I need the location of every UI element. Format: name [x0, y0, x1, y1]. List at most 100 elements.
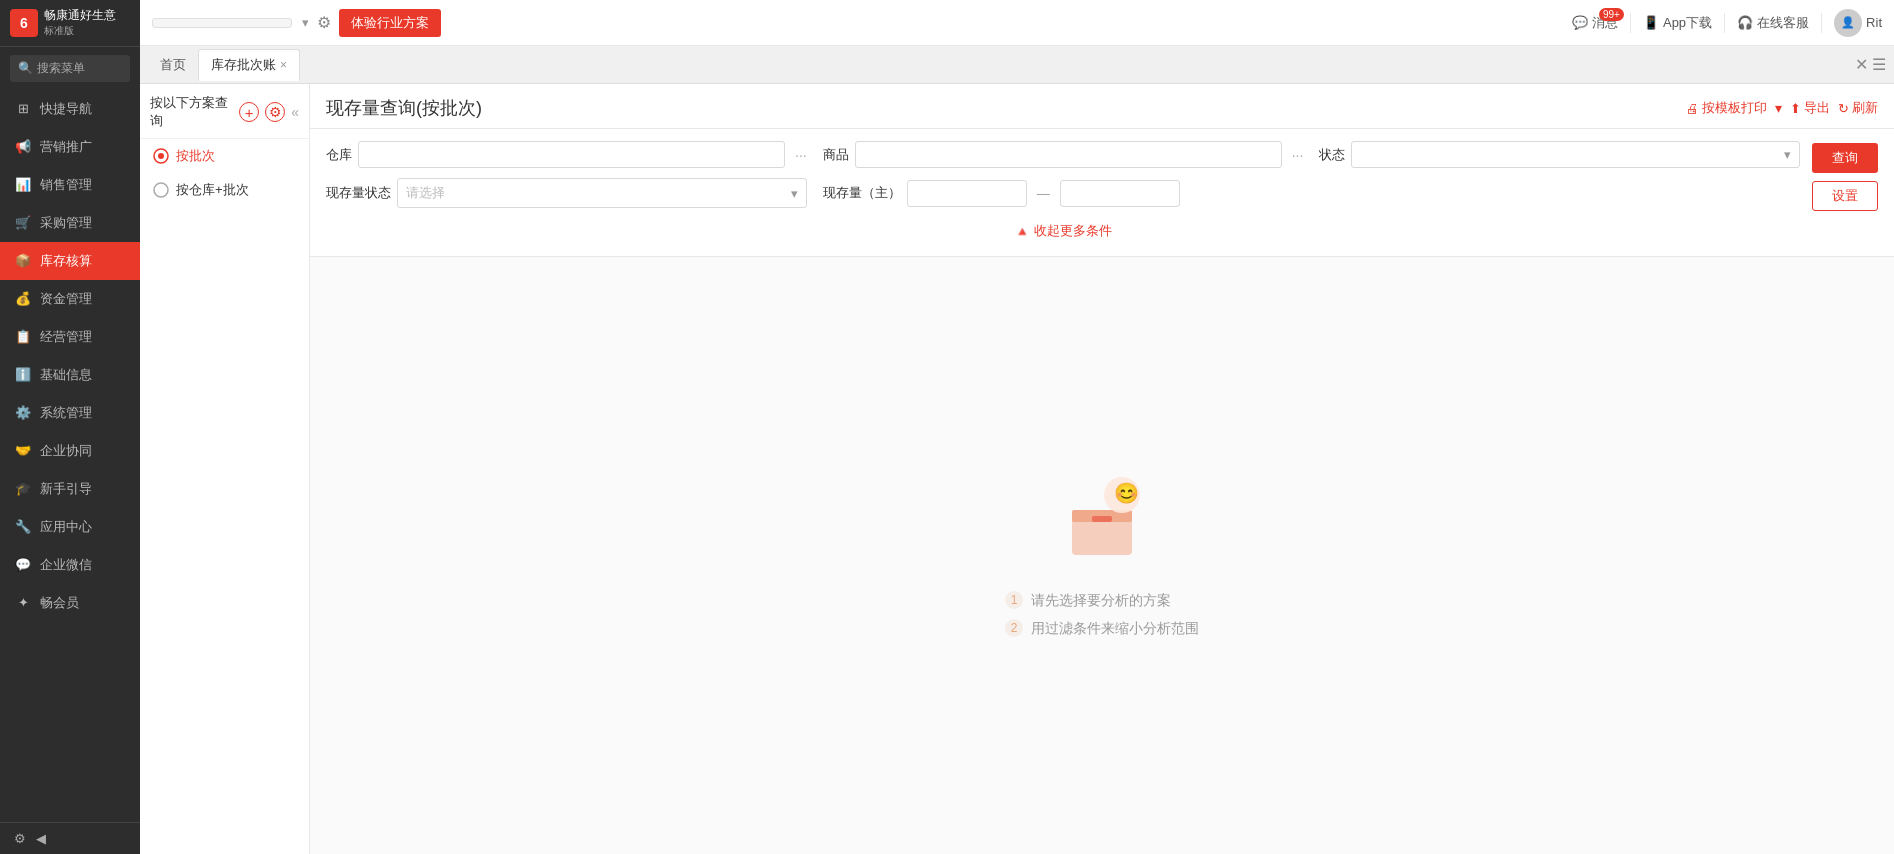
app-logo: 6 [10, 9, 38, 37]
tab-inventory-batch[interactable]: 库存批次账 × [198, 49, 300, 81]
megaphone-icon: 📢 [14, 138, 32, 156]
trial-button[interactable]: 体验行业方案 [339, 9, 441, 37]
sidebar-item-appstore[interactable]: 🔧 应用中心 [0, 508, 140, 546]
wechat-icon: 💬 [14, 556, 32, 574]
sidebar-item-enterprise[interactable]: 🤝 企业协同 [0, 432, 140, 470]
inv-status-dropdown-icon: ▾ [791, 186, 798, 201]
scheme-item-cangku[interactable]: 按仓库+批次 [140, 173, 309, 207]
print-button[interactable]: 🖨 按模板打印 [1686, 99, 1767, 117]
topbar-dropdown-icon[interactable]: ▾ [302, 15, 309, 30]
tab-panel-close[interactable]: ✕ ☰ [1855, 55, 1886, 74]
sidebar: 6 畅康通好生意 标准版 🔍 搜索菜单 ⊞ 快捷导航 📢 营销推广 [0, 0, 140, 854]
add-scheme-button[interactable]: + [239, 102, 259, 122]
scheme-collapse-button[interactable]: « [291, 104, 299, 120]
step-2: 2 用过滤条件来缩小分析范围 [1005, 614, 1199, 642]
warehouse-filter-group: 仓库 ··· [326, 141, 807, 168]
inventory-qty-min-input[interactable] [907, 180, 1027, 207]
topbar: ▾ ⚙ 体验行业方案 💬 消息 99+ 📱 App下载 🎧 在线客服 [140, 0, 1894, 46]
product-more-icon[interactable]: ··· [1292, 147, 1304, 163]
refresh-icon: ↻ [1838, 101, 1849, 116]
scheme-inactive-icon [152, 181, 170, 199]
panel-close-icon: ✕ [1855, 55, 1868, 74]
phone-icon: 📱 [1643, 15, 1659, 30]
product-label: 商品 [823, 146, 849, 164]
sidebar-item-inventory[interactable]: 📦 库存核算 [0, 242, 140, 280]
sidebar-item-sales[interactable]: 📊 销售管理 [0, 166, 140, 204]
warehouse-input[interactable] [358, 141, 785, 168]
collapse-sidebar-icon[interactable]: ◀ [36, 831, 46, 846]
messages-action[interactable]: 💬 消息 99+ [1572, 14, 1618, 32]
product-input[interactable] [855, 141, 1282, 168]
messages-badge: 99+ [1599, 8, 1624, 21]
scheme-header: 按以下方案查询 + ⚙ « [140, 84, 309, 139]
edition-label: 标准版 [44, 24, 116, 38]
company-name: 畅康通好生意 [44, 8, 116, 24]
search-menu-section: 🔍 搜索菜单 [0, 47, 140, 90]
user-profile-action[interactable]: 👤 Rit [1834, 9, 1882, 37]
main-area: ▾ ⚙ 体验行业方案 💬 消息 99+ 📱 App下载 🎧 在线客服 [140, 0, 1894, 854]
product-filter-group: 商品 ··· [823, 141, 1304, 168]
user-name: Rit [1866, 15, 1882, 30]
topbar-search-display [152, 18, 292, 28]
status-dropdown-icon: ▾ [1784, 147, 1791, 162]
sidebar-item-basic[interactable]: ℹ️ 基础信息 [0, 356, 140, 394]
member-icon: ✦ [14, 594, 32, 612]
sidebar-item-marketing[interactable]: 📢 营销推广 [0, 128, 140, 166]
scheme-title: 按以下方案查询 [150, 94, 239, 130]
filter-row-2: 现存量状态 请选择 ▾ 现存量（主） — [326, 178, 1800, 208]
tabbar: 首页 库存批次账 × ✕ ☰ [140, 46, 1894, 84]
collapse-more-conditions[interactable]: 🔺 收起更多条件 [326, 218, 1800, 244]
sidebar-item-newbie[interactable]: 🎓 新手引导 [0, 470, 140, 508]
export-button[interactable]: ⬆ 导出 [1790, 99, 1830, 117]
money-icon: 💰 [14, 290, 32, 308]
warehouse-more-icon[interactable]: ··· [795, 147, 807, 163]
settings-button[interactable]: 设置 [1812, 181, 1878, 211]
tab-close-icon[interactable]: × [280, 58, 287, 72]
results-area: 😊 1 请先选择要分析的方案 2 用过滤条件来缩小分析范围 [310, 257, 1894, 854]
page-actions: 🖨 按模板打印 ▾ ⬆ 导出 ↻ 刷新 [1686, 99, 1878, 117]
topbar-divider-1 [1630, 13, 1631, 33]
settings-footer-icon[interactable]: ⚙ [14, 831, 26, 846]
svg-point-1 [158, 153, 164, 159]
online-service-label: 在线客服 [1757, 14, 1809, 32]
svg-point-2 [154, 183, 168, 197]
inventory-qty-max-input[interactable] [1060, 180, 1180, 207]
search-menu-button[interactable]: 🔍 搜索菜单 [10, 55, 130, 82]
app-download-action[interactable]: 📱 App下载 [1643, 14, 1712, 32]
grid-icon: ⊞ [14, 100, 32, 118]
inventory-qty-dash: — [1033, 186, 1054, 201]
page-header: 现存量查询(按批次) 🖨 按模板打印 ▾ ⬆ 导出 ↻ [310, 84, 1894, 129]
query-button[interactable]: 查询 [1812, 143, 1878, 173]
refresh-button[interactable]: ↻ 刷新 [1838, 99, 1878, 117]
scheme-item-cangku-label: 按仓库+批次 [176, 181, 249, 199]
sidebar-item-operations[interactable]: 📋 经营管理 [0, 318, 140, 356]
sidebar-item-shortcuts[interactable]: ⊞ 快捷导航 [0, 90, 140, 128]
collab-icon: 🤝 [14, 442, 32, 460]
empty-state: 😊 1 请先选择要分析的方案 2 用过滤条件来缩小分析范围 [1005, 470, 1199, 642]
sidebar-item-system[interactable]: ⚙️ 系统管理 [0, 394, 140, 432]
inventory-status-select[interactable]: 请选择 ▾ [397, 178, 807, 208]
inventory-qty-group: 现存量（主） — [823, 180, 1304, 207]
home-tab-label: 首页 [160, 56, 186, 74]
collapse-icon: 🔺 [1014, 224, 1030, 239]
step-1: 1 请先选择要分析的方案 [1005, 586, 1199, 614]
scheme-actions: + ⚙ « [239, 102, 299, 122]
status-select[interactable]: ▾ [1351, 141, 1800, 168]
sidebar-item-finance[interactable]: 💰 资金管理 [0, 280, 140, 318]
topbar-settings-icon[interactable]: ⚙ [317, 13, 331, 32]
tab-home[interactable]: 首页 [148, 50, 198, 80]
print-dropdown-icon[interactable]: ▾ [1775, 100, 1782, 116]
avatar: 👤 [1834, 9, 1862, 37]
empty-steps: 1 请先选择要分析的方案 2 用过滤条件来缩小分析范围 [1005, 586, 1199, 642]
sidebar-item-wechat[interactable]: 💬 企业微信 [0, 546, 140, 584]
scheme-settings-button[interactable]: ⚙ [265, 102, 285, 122]
sidebar-item-member[interactable]: ✦ 畅会员 [0, 584, 140, 622]
online-service-action[interactable]: 🎧 在线客服 [1737, 14, 1809, 32]
inventory-qty-label: 现存量（主） [823, 184, 901, 202]
shopping-icon: 🛒 [14, 214, 32, 232]
headset-icon: 🎧 [1737, 15, 1753, 30]
sidebar-item-purchase[interactable]: 🛒 采购管理 [0, 204, 140, 242]
clipboard-icon: 📋 [14, 328, 32, 346]
app-download-label: App下载 [1663, 14, 1712, 32]
scheme-item-pici[interactable]: 按批次 [140, 139, 309, 173]
